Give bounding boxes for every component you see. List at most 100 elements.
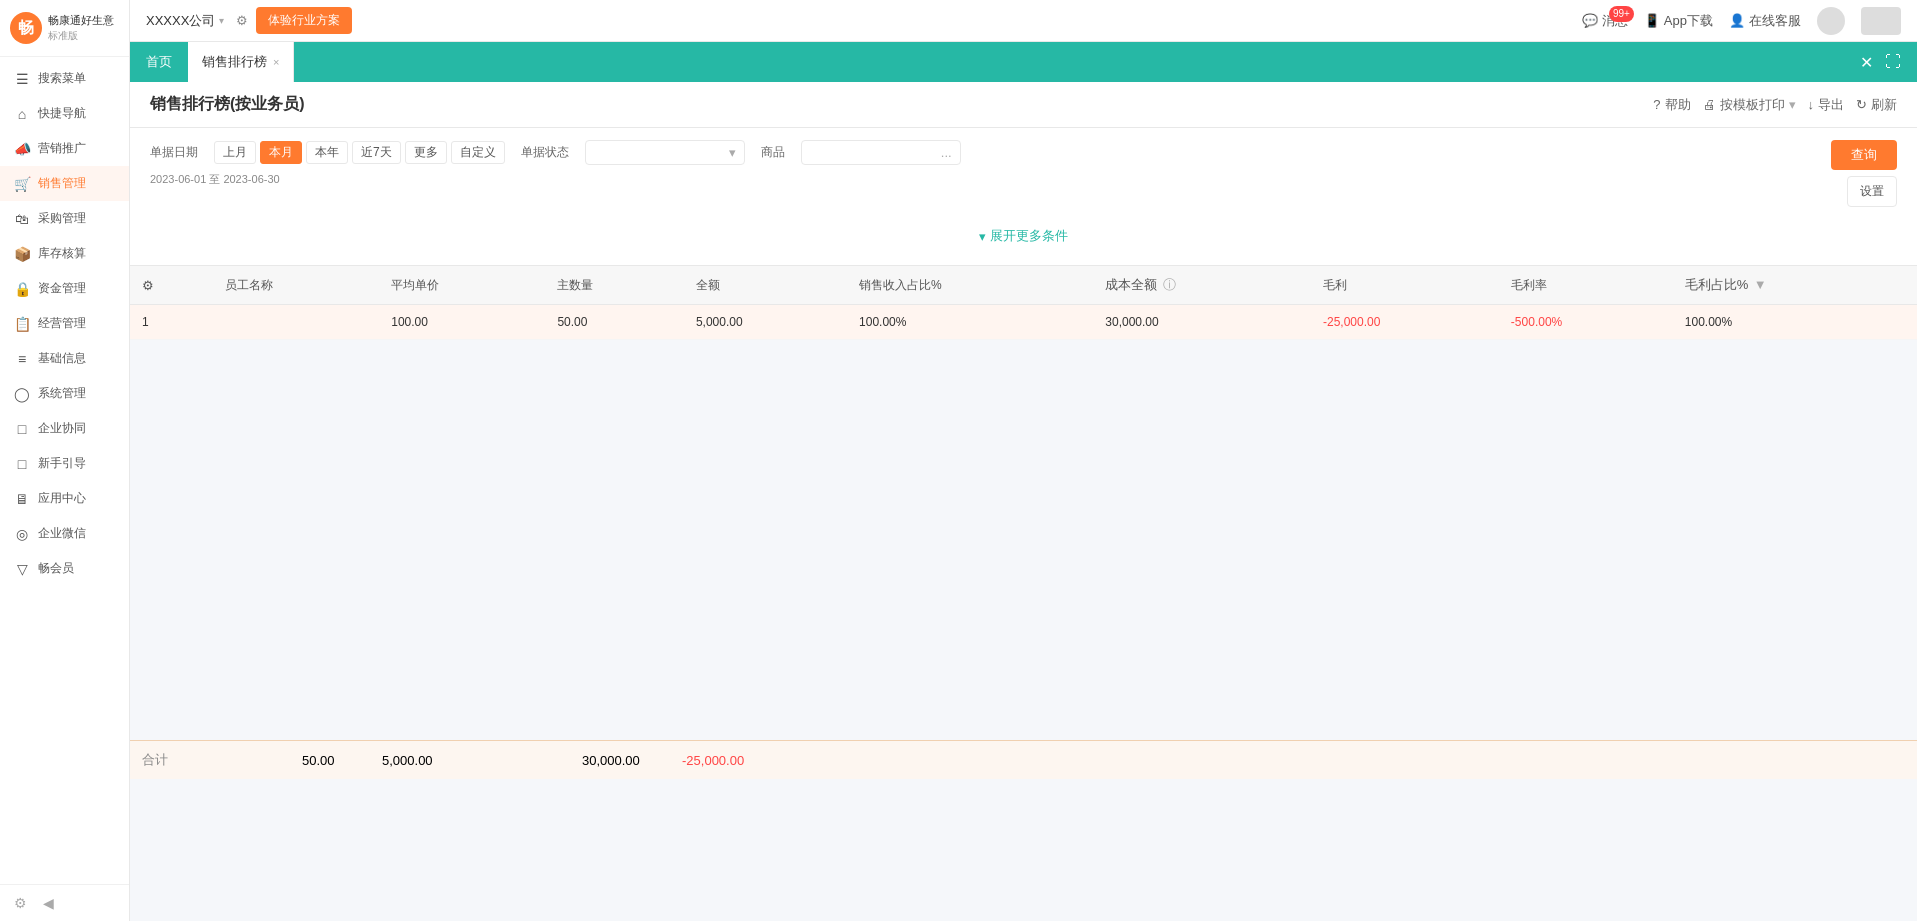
inventory-icon: 📦 xyxy=(14,246,30,262)
menu-icon: ☰ xyxy=(14,71,30,87)
cell-quantity: 50.00 xyxy=(545,305,683,340)
company-name: XXXXX公司 xyxy=(146,12,215,30)
th-settings: ⚙ xyxy=(130,266,213,305)
topbar-settings-icon[interactable]: ⚙ xyxy=(236,13,248,28)
data-table: ⚙ 员工名称 平均单价 主数量 全额 销售收入占比% 成本全额 ⓘ 毛利 毛利率 xyxy=(130,266,1917,340)
refresh-icon: ↻ xyxy=(1856,97,1867,112)
logo-sub: 标准版 xyxy=(48,29,114,43)
topbar: XXXXX公司 ▾ ⚙ 体验行业方案 💬 消息 99+ 📱 App下载 👤 在线… xyxy=(130,0,1917,42)
tab-sales-ranking[interactable]: 销售排行榜 × xyxy=(188,42,294,82)
sidebar-item-label: 销售管理 xyxy=(38,175,86,192)
help-button[interactable]: ? 帮助 xyxy=(1653,96,1690,114)
window-close-icon[interactable]: ✕ xyxy=(1860,53,1873,72)
window-maximize-icon[interactable]: ⛶ xyxy=(1885,53,1901,71)
filter-settings-button[interactable]: 设置 xyxy=(1847,176,1897,207)
th-quantity: 主数量 xyxy=(545,266,683,305)
online-service-button[interactable]: 👤 在线客服 xyxy=(1729,12,1801,30)
app-download-button[interactable]: 📱 App下载 xyxy=(1644,12,1713,30)
sidebar-item-guide[interactable]: □ 新手引导 xyxy=(0,446,129,481)
help-label: 帮助 xyxy=(1665,96,1691,114)
th-amount: 全额 xyxy=(684,266,847,305)
goods-input[interactable]: ... xyxy=(801,140,961,165)
sidebar-item-enterprise[interactable]: □ 企业协同 xyxy=(0,411,129,446)
sidebar-item-inventory[interactable]: 📦 库存核算 xyxy=(0,236,129,271)
sidebar-item-label: 资金管理 xyxy=(38,280,86,297)
gross-pct-sort-icon[interactable]: ▼ xyxy=(1754,277,1767,292)
date-btn-custom[interactable]: 自定义 xyxy=(451,141,505,164)
tab-close-icon[interactable]: × xyxy=(273,56,279,68)
print-label: 按模板打印 xyxy=(1720,96,1785,114)
page-header: 销售排行榜(按业务员) ? 帮助 🖨 按模板打印 ▾ ↓ 导出 ↻ 刷新 xyxy=(130,82,1917,128)
sidebar-footer: ⚙ ◀ xyxy=(0,884,129,921)
goods-more-icon: ... xyxy=(941,145,952,160)
goods-filter-label: 商品 xyxy=(761,144,785,161)
cell-sales-pct: 100.00% xyxy=(847,305,1093,340)
company-selector[interactable]: XXXXX公司 ▾ xyxy=(146,12,224,30)
sidebar-item-label: 企业协同 xyxy=(38,420,86,437)
date-range-text: 2023-06-01 至 2023-06-30 xyxy=(150,173,280,185)
enterprise-icon: □ xyxy=(14,421,30,437)
sidebar-item-purchase[interactable]: 🛍 采购管理 xyxy=(0,201,129,236)
sidebar-item-finance[interactable]: 🔒 资金管理 xyxy=(0,271,129,306)
query-button[interactable]: 查询 xyxy=(1831,140,1897,170)
sidebar-item-apps[interactable]: 🖥 应用中心 xyxy=(0,481,129,516)
date-btn-more[interactable]: 更多 xyxy=(405,141,447,164)
date-btn-this-year[interactable]: 本年 xyxy=(306,141,348,164)
export-icon: ↓ xyxy=(1808,97,1815,112)
sidebar-settings-icon[interactable]: ⚙ xyxy=(14,895,27,911)
th-avg-price: 平均单价 xyxy=(379,266,545,305)
sidebar-item-quick-nav[interactable]: ⌂ 快捷导航 xyxy=(0,96,129,131)
apps-icon: 🖥 xyxy=(14,491,30,507)
logo-name: 畅康通好生意 xyxy=(48,13,114,28)
date-range-display: 2023-06-01 至 2023-06-30 xyxy=(150,171,961,187)
message-button[interactable]: 💬 消息 99+ xyxy=(1582,12,1628,30)
member-icon: ▽ xyxy=(14,561,30,577)
print-icon: 🖨 xyxy=(1703,97,1716,112)
date-btn-7days[interactable]: 近7天 xyxy=(352,141,401,164)
refresh-button[interactable]: ↻ 刷新 xyxy=(1856,96,1897,114)
trial-button[interactable]: 体验行业方案 xyxy=(256,7,352,34)
status-filter-label: 单据状态 xyxy=(521,144,569,161)
service-icon: 👤 xyxy=(1729,13,1745,28)
sidebar-item-label: 应用中心 xyxy=(38,490,86,507)
th-employee: 员工名称 xyxy=(213,266,379,305)
operations-icon: 📋 xyxy=(14,316,30,332)
table-area: ⚙ 员工名称 平均单价 主数量 全额 销售收入占比% 成本全额 ⓘ 毛利 毛利率 xyxy=(130,266,1917,340)
table-settings-icon[interactable]: ⚙ xyxy=(142,278,154,293)
download-icon: 📱 xyxy=(1644,13,1660,28)
cell-cost: 30,000.00 xyxy=(1093,305,1311,340)
user-name-display xyxy=(1861,7,1901,35)
sidebar-item-search-order[interactable]: ☰ 搜索菜单 xyxy=(0,61,129,96)
user-avatar[interactable] xyxy=(1817,7,1845,35)
cell-amount: 5,000.00 xyxy=(684,305,847,340)
sidebar-item-label: 畅会员 xyxy=(38,560,74,577)
sidebar-item-marketing[interactable]: 📣 营销推广 xyxy=(0,131,129,166)
chevron-down-icon: ▾ xyxy=(219,15,224,26)
tab-home[interactable]: 首页 xyxy=(130,42,188,82)
logo-text-block: 畅康通好生意 标准版 xyxy=(48,13,114,42)
sidebar-item-basics[interactable]: ≡ 基础信息 xyxy=(0,341,129,376)
sidebar-item-label: 新手引导 xyxy=(38,455,86,472)
date-btn-this-month[interactable]: 本月 xyxy=(260,141,302,164)
sidebar-item-wechat[interactable]: ◎ 企业微信 xyxy=(0,516,129,551)
date-buttons: 上月 本月 本年 近7天 更多 自定义 xyxy=(214,141,505,164)
query-panel: 查询 设置 xyxy=(1831,140,1897,219)
system-icon: ◯ xyxy=(14,386,30,402)
content-area: 销售排行榜(按业务员) ? 帮助 🖨 按模板打印 ▾ ↓ 导出 ↻ 刷新 xyxy=(130,82,1917,921)
footer-label: 合计 xyxy=(142,751,222,769)
print-chevron-icon: ▾ xyxy=(1789,97,1796,112)
sidebar-item-system[interactable]: ◯ 系统管理 xyxy=(0,376,129,411)
expand-conditions-button[interactable]: ▾ 展开更多条件 xyxy=(150,227,1897,245)
print-button[interactable]: 🖨 按模板打印 ▾ xyxy=(1703,96,1796,114)
footer-cost: 30,000.00 xyxy=(582,753,682,768)
sidebar-item-label: 营销推广 xyxy=(38,140,86,157)
basics-icon: ≡ xyxy=(14,351,30,367)
cost-info-icon[interactable]: ⓘ xyxy=(1163,277,1176,292)
sidebar-item-operations[interactable]: 📋 经营管理 xyxy=(0,306,129,341)
sidebar-item-member[interactable]: ▽ 畅会员 xyxy=(0,551,129,586)
status-selector[interactable]: ▾ xyxy=(585,140,745,165)
export-button[interactable]: ↓ 导出 xyxy=(1808,96,1845,114)
sidebar-item-sales[interactable]: 🛒 销售管理 xyxy=(0,166,129,201)
date-btn-last-month[interactable]: 上月 xyxy=(214,141,256,164)
sidebar-collapse-icon[interactable]: ◀ xyxy=(43,895,54,911)
